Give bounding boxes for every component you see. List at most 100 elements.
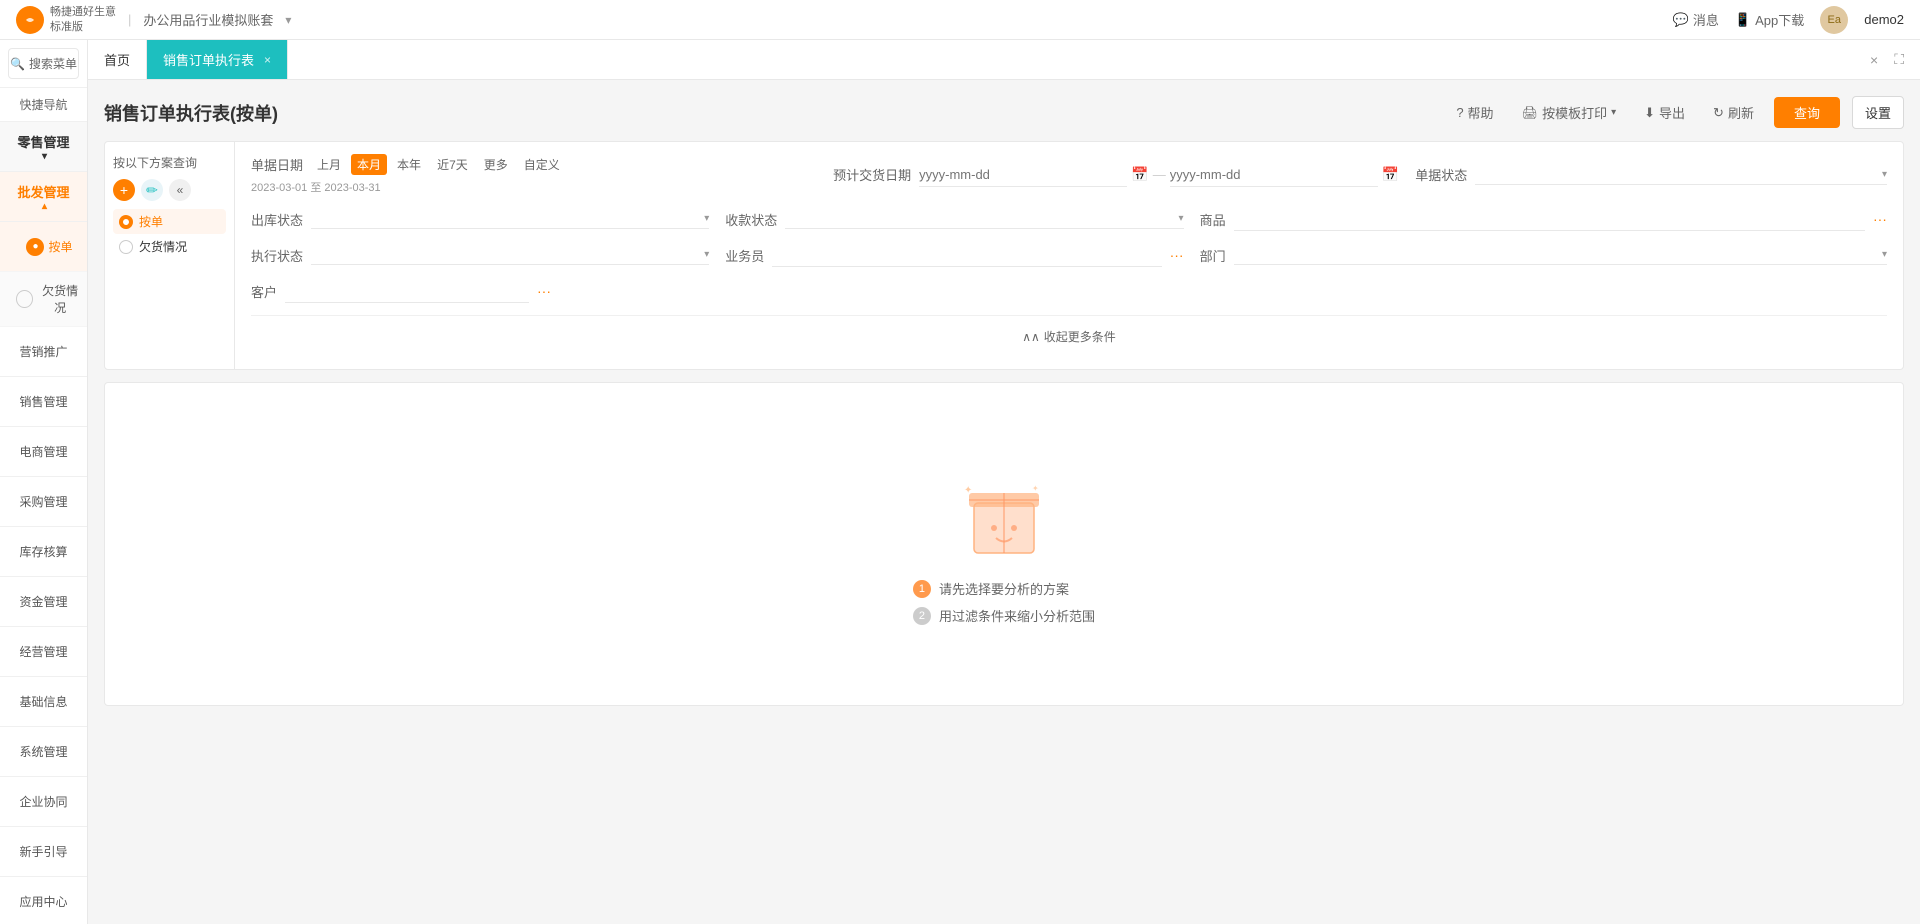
- content-area: 首页 销售订单执行表 × × ⛶ 销售订单执行表(按单) ? 帮助: [88, 40, 1920, 924]
- salesman-more-icon[interactable]: ···: [1170, 247, 1184, 263]
- logo-area: 畅捷通好生意 标准版: [16, 5, 116, 34]
- exec-status-arrow: ▾: [704, 249, 709, 260]
- expected-date-to[interactable]: [1170, 163, 1378, 187]
- department-arrow: ▾: [1882, 249, 1887, 260]
- date-more-btn[interactable]: 更多: [478, 154, 514, 175]
- date-curr-year-btn[interactable]: 本年: [391, 154, 427, 175]
- bill-status-select[interactable]: ▾: [1475, 165, 1887, 185]
- department-label: 部门: [1200, 246, 1226, 265]
- svg-text:✦: ✦: [964, 485, 972, 496]
- help-button[interactable]: ? 帮助: [1448, 99, 1501, 126]
- settings-button[interactable]: 设置: [1852, 96, 1904, 129]
- department-select[interactable]: ▾: [1234, 245, 1887, 265]
- breadcrumb-text: 办公用品行业模拟账套: [143, 10, 273, 29]
- sidebar-item-marketing[interactable]: 营销推广: [0, 327, 87, 377]
- sidebar-item-finance[interactable]: 资金管理: [0, 577, 87, 627]
- tab-bar-right: × ⛶: [1854, 40, 1920, 79]
- hint-num-1: 1: [913, 580, 931, 598]
- goods-more-icon[interactable]: ···: [1873, 211, 1887, 227]
- date-curr-month-btn[interactable]: 本月: [351, 154, 387, 175]
- customer-label: 客户: [251, 282, 277, 301]
- bill-status-label: 单据状态: [1415, 165, 1467, 184]
- bill-date-field: 单据日期 上月 本月 本年 近7天 更多 自定义 2023: [251, 154, 817, 195]
- bill-status-field: 单据状态 ▾: [1415, 165, 1887, 185]
- sidebar-item-system[interactable]: 系统管理: [0, 727, 87, 777]
- sidebar-item-enterprise[interactable]: 企业协同: [0, 777, 87, 827]
- sidebar-item-basic[interactable]: 基础信息: [0, 677, 87, 727]
- wholesale-arrow: ▴: [42, 201, 47, 212]
- sidebar-item-sales[interactable]: 销售管理: [0, 377, 87, 427]
- refresh-button[interactable]: ↻ 刷新: [1705, 99, 1762, 126]
- export-button[interactable]: ⬇ 导出: [1636, 99, 1693, 126]
- sidebar-item-operation[interactable]: 经营管理: [0, 627, 87, 677]
- breadcrumb-dropdown[interactable]: ▾: [285, 13, 291, 27]
- sidebar-item-debt[interactable]: 欠货情况: [0, 272, 87, 327]
- sidebar-item-wholesale[interactable]: 批发管理 ▴: [0, 172, 87, 222]
- search-menu-button[interactable]: 🔍 搜索菜单: [8, 48, 79, 79]
- out-status-label: 出库状态: [251, 210, 303, 229]
- sidebar-item-newuser[interactable]: 新手引导: [0, 827, 87, 877]
- salesman-field: 业务员 ···: [725, 243, 1183, 267]
- template-print-button[interactable]: 🖨 按模板打印 ▾: [1514, 99, 1625, 126]
- collapse-more-button[interactable]: ∧∧ 收起更多条件: [1010, 324, 1128, 349]
- sidebar-item-retail[interactable]: 零售管理 ▾: [0, 122, 87, 172]
- export-icon: ⬇: [1644, 105, 1655, 121]
- sidebar-item-ecommerce[interactable]: 电商管理: [0, 427, 87, 477]
- refresh-icon: ↻: [1713, 105, 1724, 121]
- empty-hint-1: 1 请先选择要分析的方案: [913, 579, 1095, 598]
- customer-more-icon[interactable]: ···: [537, 283, 551, 299]
- tab-home[interactable]: 首页: [88, 40, 147, 79]
- expected-date-field: 预计交货日期 📅 — 📅: [833, 163, 1399, 187]
- results-area: ✦ ✦ 1 请先选择要分析的方案 2 用过滤条件来缩小分析范围: [104, 382, 1904, 706]
- date-7days-btn[interactable]: 近7天: [431, 154, 474, 175]
- add-scheme-button[interactable]: +: [113, 179, 135, 201]
- date-prev-month-btn[interactable]: 上月: [311, 154, 347, 175]
- salesman-input[interactable]: [772, 243, 1161, 267]
- tab-expand-btn[interactable]: ⛶: [1890, 47, 1908, 72]
- filter-row-2: 出库状态 ▾ 收款状态 ▾: [251, 207, 1887, 231]
- customer-input[interactable]: [285, 279, 529, 303]
- username[interactable]: demo2: [1864, 12, 1904, 27]
- app-download-action[interactable]: 📱 App下载: [1735, 10, 1804, 29]
- out-status-select[interactable]: ▾: [311, 209, 709, 229]
- salesman-label: 业务员: [725, 246, 764, 265]
- sidebar-item-purchase[interactable]: 采购管理: [0, 477, 87, 527]
- quick-nav-item[interactable]: 快捷导航: [0, 88, 87, 122]
- tab-close-icon[interactable]: ×: [264, 53, 271, 67]
- date-custom-btn[interactable]: 自定义: [518, 154, 566, 175]
- bill-status-arrow: ▾: [1882, 169, 1887, 180]
- goods-field: 商品 ···: [1200, 207, 1887, 231]
- expected-date-label: 预计交货日期: [833, 165, 911, 184]
- sidebar-item-order[interactable]: ● 按单: [0, 222, 87, 272]
- receipt-status-select[interactable]: ▾: [785, 209, 1183, 229]
- date-calendar-icon-to[interactable]: 📅: [1382, 166, 1399, 183]
- user-avatar[interactable]: Ea: [1820, 6, 1848, 34]
- print-icon: 🖨: [1522, 105, 1539, 121]
- exec-status-field: 执行状态 ▾: [251, 245, 709, 265]
- date-calendar-icon-from[interactable]: 📅: [1131, 166, 1148, 183]
- date-sep: —: [1153, 167, 1166, 182]
- app-download-icon: 📱: [1735, 12, 1751, 28]
- out-status-field: 出库状态 ▾: [251, 209, 709, 229]
- expected-date-from[interactable]: [919, 163, 1127, 187]
- page-content: 销售订单执行表(按单) ? 帮助 🖨 按模板打印 ▾ ⬇ 导出: [88, 80, 1920, 924]
- order-active-dot: ●: [26, 238, 44, 256]
- message-action[interactable]: 💬 消息: [1673, 10, 1719, 29]
- scheme-order[interactable]: 按单: [113, 209, 226, 234]
- goods-input[interactable]: [1234, 207, 1865, 231]
- hint-num-2: 2: [913, 607, 931, 625]
- search-button[interactable]: 查询: [1774, 97, 1840, 128]
- scheme-debt[interactable]: 欠货情况: [113, 234, 226, 259]
- tab-close-btn[interactable]: ×: [1866, 48, 1882, 72]
- empty-illustration: ✦ ✦: [954, 463, 1054, 563]
- sidebar-item-inventory[interactable]: 库存核算: [0, 527, 87, 577]
- goods-label: 商品: [1200, 210, 1226, 229]
- wholesale-submenu: ● 按单 欠货情况: [0, 222, 87, 327]
- edit-scheme-button[interactable]: ✏: [141, 179, 163, 201]
- exec-status-select[interactable]: ▾: [311, 245, 709, 265]
- empty-box-svg: ✦ ✦: [954, 463, 1054, 563]
- filter-fields: 单据日期 上月 本月 本年 近7天 更多 自定义 2023: [235, 142, 1903, 369]
- collapse-sidebar-button[interactable]: «: [169, 179, 191, 201]
- sidebar-item-appcenter[interactable]: 应用中心: [0, 877, 87, 924]
- tab-sales-order-exec[interactable]: 销售订单执行表 ×: [147, 40, 288, 79]
